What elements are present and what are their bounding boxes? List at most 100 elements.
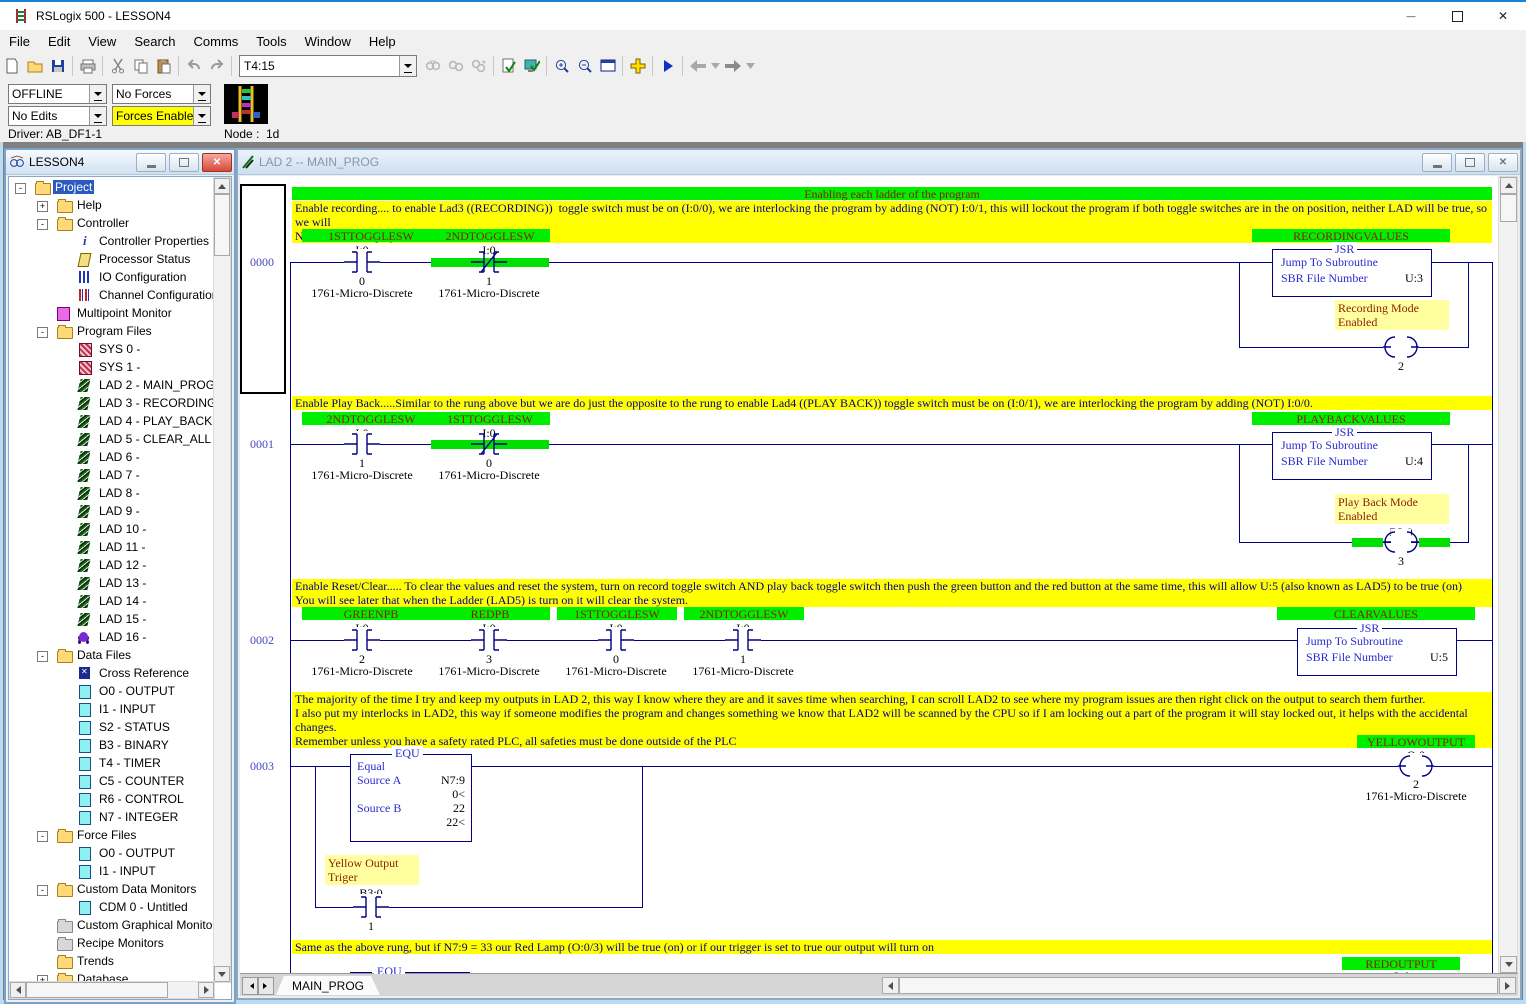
tree-item-label[interactable]: LAD 14 - xyxy=(97,594,148,608)
tree-item-label[interactable]: LAD 6 - xyxy=(97,450,142,464)
tree-item-label[interactable]: O0 - OUTPUT xyxy=(97,684,177,698)
tree-item-label[interactable]: LAD 10 - xyxy=(97,522,148,536)
tree-minimize-button[interactable] xyxy=(136,153,166,172)
tree-item[interactable]: LAD 13 - xyxy=(9,575,214,593)
expand-icon[interactable] xyxy=(37,201,48,212)
tree-item[interactable]: LAD 14 - xyxy=(9,593,214,611)
tree-item[interactable]: SYS 1 - xyxy=(9,359,214,377)
rung-comment[interactable]: Same as the above rung, but if N7:9 = 33… xyxy=(292,940,1492,954)
tree-item[interactable]: LAD 9 - xyxy=(9,503,214,521)
contact-bit[interactable]: 1 xyxy=(341,919,401,934)
tree-item-label[interactable]: IO Configuration xyxy=(97,270,188,284)
new-file-icon[interactable] xyxy=(0,55,23,77)
contact-symbol-label[interactable]: 2NDTOGGLESW xyxy=(302,412,440,425)
tree-item-label[interactable]: R6 - CONTROL xyxy=(97,792,186,806)
tree-item-label[interactable]: Custom Graphical Monitors xyxy=(75,918,214,932)
collapse-icon[interactable] xyxy=(37,651,48,662)
tree-item-label[interactable]: SYS 0 - xyxy=(97,342,142,356)
contact-no[interactable] xyxy=(471,627,507,653)
tree-item-label[interactable]: LAD 15 - xyxy=(97,612,148,626)
jsr-operand[interactable]: U:5 xyxy=(1430,650,1448,665)
contact-symbol-label[interactable]: GREENPB xyxy=(302,607,440,620)
scroll-left-icon[interactable] xyxy=(882,977,899,994)
tree-item[interactable]: T4 - TIMER xyxy=(9,755,214,773)
contact-no[interactable] xyxy=(598,627,634,653)
collapse-icon[interactable] xyxy=(37,831,48,842)
edits-value[interactable]: No Edits xyxy=(9,109,89,123)
tree-item[interactable]: Help xyxy=(9,197,214,215)
tree-item-label[interactable]: Help xyxy=(75,198,104,212)
dropdown-arrow-icon[interactable] xyxy=(193,85,210,103)
tree-item[interactable]: B3 - BINARY xyxy=(9,737,214,755)
tree-item-label[interactable]: Recipe Monitors xyxy=(75,936,166,950)
open-file-icon[interactable] xyxy=(23,55,46,77)
forces-select[interactable]: No Forces xyxy=(112,84,211,104)
tree-item-label[interactable]: LAD 2 - MAIN_PROG xyxy=(97,378,214,392)
tree-item[interactable]: S2 - STATUS xyxy=(9,719,214,737)
tree-item-label[interactable]: T4 - TIMER xyxy=(97,756,163,770)
tree-item[interactable]: Trends xyxy=(9,953,214,971)
scroll-left-icon[interactable] xyxy=(10,982,26,998)
contact-no[interactable] xyxy=(344,627,380,653)
verify-project-icon[interactable] xyxy=(520,55,543,77)
coil-bit[interactable]: 3 xyxy=(1371,554,1431,569)
tree-item-label[interactable]: LAD 11 - xyxy=(97,540,147,554)
tree-item-label[interactable]: S2 - STATUS xyxy=(97,720,172,734)
scroll-right-icon[interactable] xyxy=(1499,977,1516,994)
tree-item-label[interactable]: Custom Data Monitors xyxy=(75,882,198,896)
ladder-close-button[interactable] xyxy=(1488,153,1518,172)
address-combo[interactable]: T4:15 xyxy=(239,55,417,77)
tree-item[interactable]: SYS 0 - xyxy=(9,341,214,359)
selected-rung-indicator[interactable] xyxy=(240,184,286,394)
tree-item-label[interactable]: Cross Reference xyxy=(97,666,191,680)
tree-item-label[interactable]: LAD 9 - xyxy=(97,504,142,518)
equ-instruction[interactable]: Equal Source A N7:9 0< Source B 22 22< xyxy=(350,754,472,842)
tree-item[interactable]: I1 - INPUT xyxy=(9,863,214,881)
tree-item[interactable]: LAD 7 - xyxy=(9,467,214,485)
zoom-out-icon[interactable] xyxy=(573,55,596,77)
tree-item[interactable]: IO Configuration xyxy=(9,269,214,287)
forward-dropdown-icon[interactable] xyxy=(744,55,756,77)
rung-comment[interactable]: The majority of the time I try and keep … xyxy=(292,692,1492,748)
rung-comment[interactable]: Enable Play Back.....Similar to the rung… xyxy=(292,396,1492,410)
tree-item[interactable]: Custom Graphical Monitors xyxy=(9,917,214,935)
maximize-button[interactable] xyxy=(1434,2,1480,30)
forces-value[interactable]: No Forces xyxy=(113,87,193,101)
menu-item-window[interactable]: Window xyxy=(296,32,360,51)
menu-item-comms[interactable]: Comms xyxy=(185,32,248,51)
cut-icon[interactable] xyxy=(106,55,129,77)
rung-number[interactable]: 0002 xyxy=(240,633,284,648)
tree-item[interactable]: Multipoint Monitor xyxy=(9,305,214,323)
contact-nc[interactable] xyxy=(471,249,507,275)
tree-item[interactable]: Program Files xyxy=(9,323,214,341)
tree-restore-button[interactable] xyxy=(169,153,199,172)
tree-item-label[interactable]: LAD 13 - xyxy=(97,576,148,590)
tree-item[interactable]: Force Files xyxy=(9,827,214,845)
tree-window-titlebar[interactable]: LESSON4 xyxy=(6,150,234,175)
dropdown-arrow-icon[interactable] xyxy=(89,107,106,125)
tree-item[interactable]: Channel Configuration xyxy=(9,287,214,305)
tree-item-label[interactable]: I1 - INPUT xyxy=(97,702,158,716)
tree-item[interactable]: O0 - OUTPUT xyxy=(9,683,214,701)
rung-number[interactable]: 0000 xyxy=(240,255,284,270)
contact-no[interactable] xyxy=(344,249,380,275)
tree-item-label[interactable]: Force Files xyxy=(75,828,138,842)
tree-item[interactable]: R6 - CONTROL xyxy=(9,791,214,809)
contact-symbol-label[interactable]: REDPB xyxy=(430,607,550,620)
close-button[interactable] xyxy=(1480,2,1526,30)
tree-item-label[interactable]: Project xyxy=(53,180,94,194)
tree-item[interactable]: Cross Reference xyxy=(9,665,214,683)
verify-file-icon[interactable] xyxy=(497,55,520,77)
tree-item[interactable]: O0 - OUTPUT xyxy=(9,845,214,863)
tree-item[interactable]: Controller xyxy=(9,215,214,233)
contact-no[interactable] xyxy=(344,431,380,457)
mode-select[interactable]: OFFLINE xyxy=(8,84,107,104)
program-tab[interactable]: MAIN_PROG xyxy=(276,976,380,995)
ladder-hscroll-thumb[interactable] xyxy=(899,977,1498,994)
tree-item-label[interactable]: LAD 8 - xyxy=(97,486,142,500)
tree-item[interactable]: LAD 16 - xyxy=(9,629,214,647)
contact-symbol-label[interactable]: 2NDTOGGLESW xyxy=(684,607,804,620)
find-previous-icon[interactable] xyxy=(421,55,444,77)
tree-vscroll-thumb[interactable] xyxy=(214,194,230,256)
dropdown-arrow-icon[interactable] xyxy=(193,107,210,125)
